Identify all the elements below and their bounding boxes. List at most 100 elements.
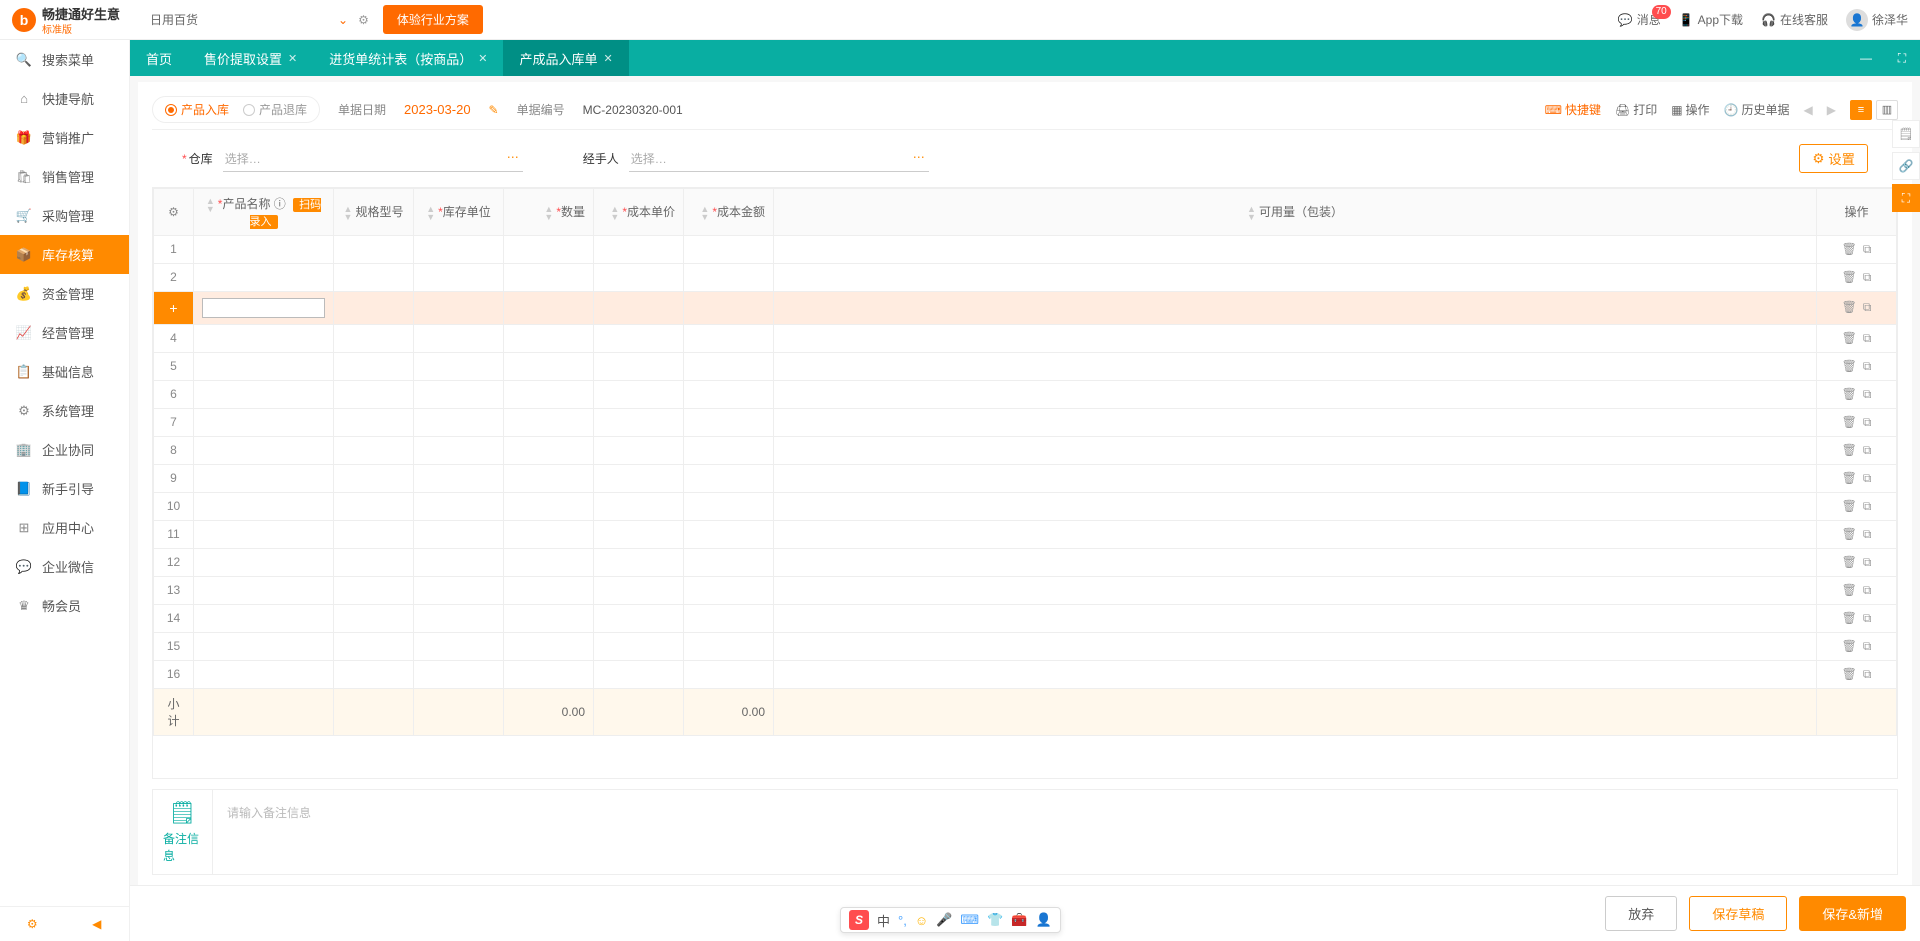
- copy-row-icon[interactable]: ⧉: [1860, 300, 1875, 314]
- close-icon[interactable]: ✕: [288, 52, 297, 65]
- col-spec[interactable]: ▲▼规格型号: [334, 189, 414, 236]
- table-row[interactable]: 15🗑⧉: [154, 632, 1897, 660]
- delete-row-icon[interactable]: 🗑: [1839, 555, 1860, 569]
- sidebar-item-5[interactable]: 📦库存核算: [0, 235, 129, 274]
- copy-row-icon[interactable]: ⧉: [1860, 499, 1875, 513]
- table-row[interactable]: 6🗑⧉: [154, 380, 1897, 408]
- table-row[interactable]: 14🗑⧉: [154, 604, 1897, 632]
- radio-stock-in[interactable]: 产品入库: [165, 101, 229, 118]
- tabs-expand-icon[interactable]: ⛶: [1884, 40, 1920, 76]
- table-row[interactable]: 8🗑⧉: [154, 436, 1897, 464]
- copy-row-icon[interactable]: ⧉: [1860, 555, 1875, 569]
- delete-row-icon[interactable]: 🗑: [1839, 583, 1860, 597]
- sidebar-item-1[interactable]: ⌂快捷导航: [0, 79, 129, 118]
- ime-lang[interactable]: 中: [877, 911, 890, 930]
- edit-date-icon[interactable]: ✎: [489, 103, 499, 117]
- shortcut-tool[interactable]: ⌨快捷键: [1545, 101, 1601, 118]
- delete-row-icon[interactable]: 🗑: [1839, 667, 1860, 681]
- ime-skin-icon[interactable]: 👕: [987, 912, 1003, 928]
- col-name[interactable]: ▲▼*产品名称 ⓘ 扫码录入: [194, 189, 334, 236]
- copy-row-icon[interactable]: ⧉: [1860, 583, 1875, 597]
- tab-0[interactable]: 首页: [130, 40, 188, 76]
- sidebar-item-10[interactable]: 🏢企业协同: [0, 430, 129, 469]
- table-row[interactable]: 12🗑⧉: [154, 548, 1897, 576]
- ime-mic-icon[interactable]: 🎤: [936, 912, 952, 928]
- add-row-icon[interactable]: +: [165, 299, 183, 317]
- delete-row-icon[interactable]: 🗑: [1839, 611, 1860, 625]
- col-unit[interactable]: ▲▼*库存单位: [414, 189, 504, 236]
- warehouse-input[interactable]: 选择… ⋯: [223, 146, 523, 172]
- delete-row-icon[interactable]: 🗑: [1839, 331, 1860, 345]
- delete-row-icon[interactable]: 🗑: [1839, 471, 1860, 485]
- remark-input[interactable]: 请输入备注信息: [213, 790, 1897, 874]
- copy-row-icon[interactable]: ⧉: [1860, 331, 1875, 345]
- sidebar-item-2[interactable]: 🎁营销推广: [0, 118, 129, 157]
- close-icon[interactable]: ✕: [478, 52, 487, 65]
- copy-row-icon[interactable]: ⧉: [1860, 443, 1875, 457]
- delete-row-icon[interactable]: 🗑: [1839, 499, 1860, 513]
- copy-row-icon[interactable]: ⧉: [1860, 639, 1875, 653]
- radio-stock-out[interactable]: 产品退库: [243, 101, 307, 118]
- copy-row-icon[interactable]: ⧉: [1860, 611, 1875, 625]
- table-row[interactable]: 2🗑⧉: [154, 263, 1897, 291]
- table-row[interactable]: 9🗑⧉: [154, 464, 1897, 492]
- table-row[interactable]: 7🗑⧉: [154, 408, 1897, 436]
- delete-row-icon[interactable]: 🗑: [1839, 639, 1860, 653]
- view-card-icon[interactable]: ▥: [1876, 100, 1898, 120]
- sidebar-item-3[interactable]: 🛍销售管理: [0, 157, 129, 196]
- sidebar-item-6[interactable]: 💰资金管理: [0, 274, 129, 313]
- table-row[interactable]: +🗑⧉: [154, 291, 1897, 324]
- copy-row-icon[interactable]: ⧉: [1860, 359, 1875, 373]
- ime-emoji-icon[interactable]: ☺: [915, 913, 928, 928]
- col-config[interactable]: ⚙: [154, 189, 194, 236]
- delete-row-icon[interactable]: 🗑: [1839, 270, 1860, 284]
- support-link[interactable]: 🎧 在线客服: [1761, 11, 1828, 28]
- copy-row-icon[interactable]: ⧉: [1860, 270, 1875, 284]
- experience-button[interactable]: 体验行业方案: [383, 5, 483, 34]
- rail-link-icon[interactable]: 🔗: [1892, 152, 1920, 180]
- discard-button[interactable]: 放弃: [1605, 896, 1677, 931]
- tabs-minimize-icon[interactable]: —: [1848, 40, 1884, 76]
- ops-tool[interactable]: ▦操作: [1671, 101, 1709, 118]
- copy-row-icon[interactable]: ⧉: [1860, 527, 1875, 541]
- sidebar-item-13[interactable]: 💬企业微信: [0, 547, 129, 586]
- table-row[interactable]: 5🗑⧉: [154, 352, 1897, 380]
- table-row[interactable]: 16🗑⧉: [154, 660, 1897, 688]
- rail-expand-icon[interactable]: ⛶: [1892, 184, 1920, 212]
- copy-row-icon[interactable]: ⧉: [1860, 471, 1875, 485]
- delete-row-icon[interactable]: 🗑: [1839, 387, 1860, 401]
- category-select[interactable]: 日用百货 ⌄: [150, 11, 348, 28]
- view-list-icon[interactable]: ≡: [1850, 100, 1872, 120]
- app-download-link[interactable]: 📱 App下载: [1679, 11, 1743, 28]
- col-amount[interactable]: ▲▼*成本金额: [684, 189, 774, 236]
- close-icon[interactable]: ✕: [604, 52, 613, 65]
- delete-row-icon[interactable]: 🗑: [1839, 443, 1860, 457]
- sidebar-settings-icon[interactable]: ⚙: [0, 907, 65, 941]
- product-name-input[interactable]: [202, 298, 325, 318]
- sidebar-collapse-icon[interactable]: ◀: [65, 907, 130, 941]
- ime-toolbox-icon[interactable]: 🧰: [1011, 912, 1027, 928]
- doc-date[interactable]: 2023-03-20: [404, 102, 471, 117]
- copy-row-icon[interactable]: ⧉: [1860, 667, 1875, 681]
- messages-link[interactable]: 💬 消息 70: [1618, 11, 1661, 28]
- col-avail[interactable]: ▲▼可用量（包装）: [774, 189, 1817, 236]
- ime-punct-icon[interactable]: °,: [898, 913, 907, 928]
- delete-row-icon[interactable]: 🗑: [1839, 242, 1860, 256]
- table-row[interactable]: 1🗑⧉: [154, 235, 1897, 263]
- gear-icon[interactable]: ⚙: [358, 13, 369, 27]
- handler-picker-icon[interactable]: ⋯: [913, 150, 927, 167]
- history-tool[interactable]: 🕘历史单据: [1724, 101, 1790, 118]
- copy-row-icon[interactable]: ⧉: [1860, 242, 1875, 256]
- delete-row-icon[interactable]: 🗑: [1839, 359, 1860, 373]
- sidebar-item-8[interactable]: 📋基础信息: [0, 352, 129, 391]
- warehouse-picker-icon[interactable]: ⋯: [507, 150, 521, 167]
- sidebar-item-0[interactable]: 🔍搜索菜单: [0, 40, 129, 79]
- tab-1[interactable]: 售价提取设置✕: [188, 40, 313, 76]
- table-row[interactable]: 11🗑⧉: [154, 520, 1897, 548]
- delete-row-icon[interactable]: 🗑: [1839, 527, 1860, 541]
- ime-toolbar[interactable]: S 中 °, ☺ 🎤 ⌨ 👕 🧰 👤: [840, 907, 1061, 933]
- sidebar-item-7[interactable]: 📈经营管理: [0, 313, 129, 352]
- print-tool[interactable]: 🖨打印: [1615, 101, 1657, 118]
- delete-row-icon[interactable]: 🗑: [1839, 415, 1860, 429]
- save-new-button[interactable]: 保存&新增: [1799, 896, 1906, 931]
